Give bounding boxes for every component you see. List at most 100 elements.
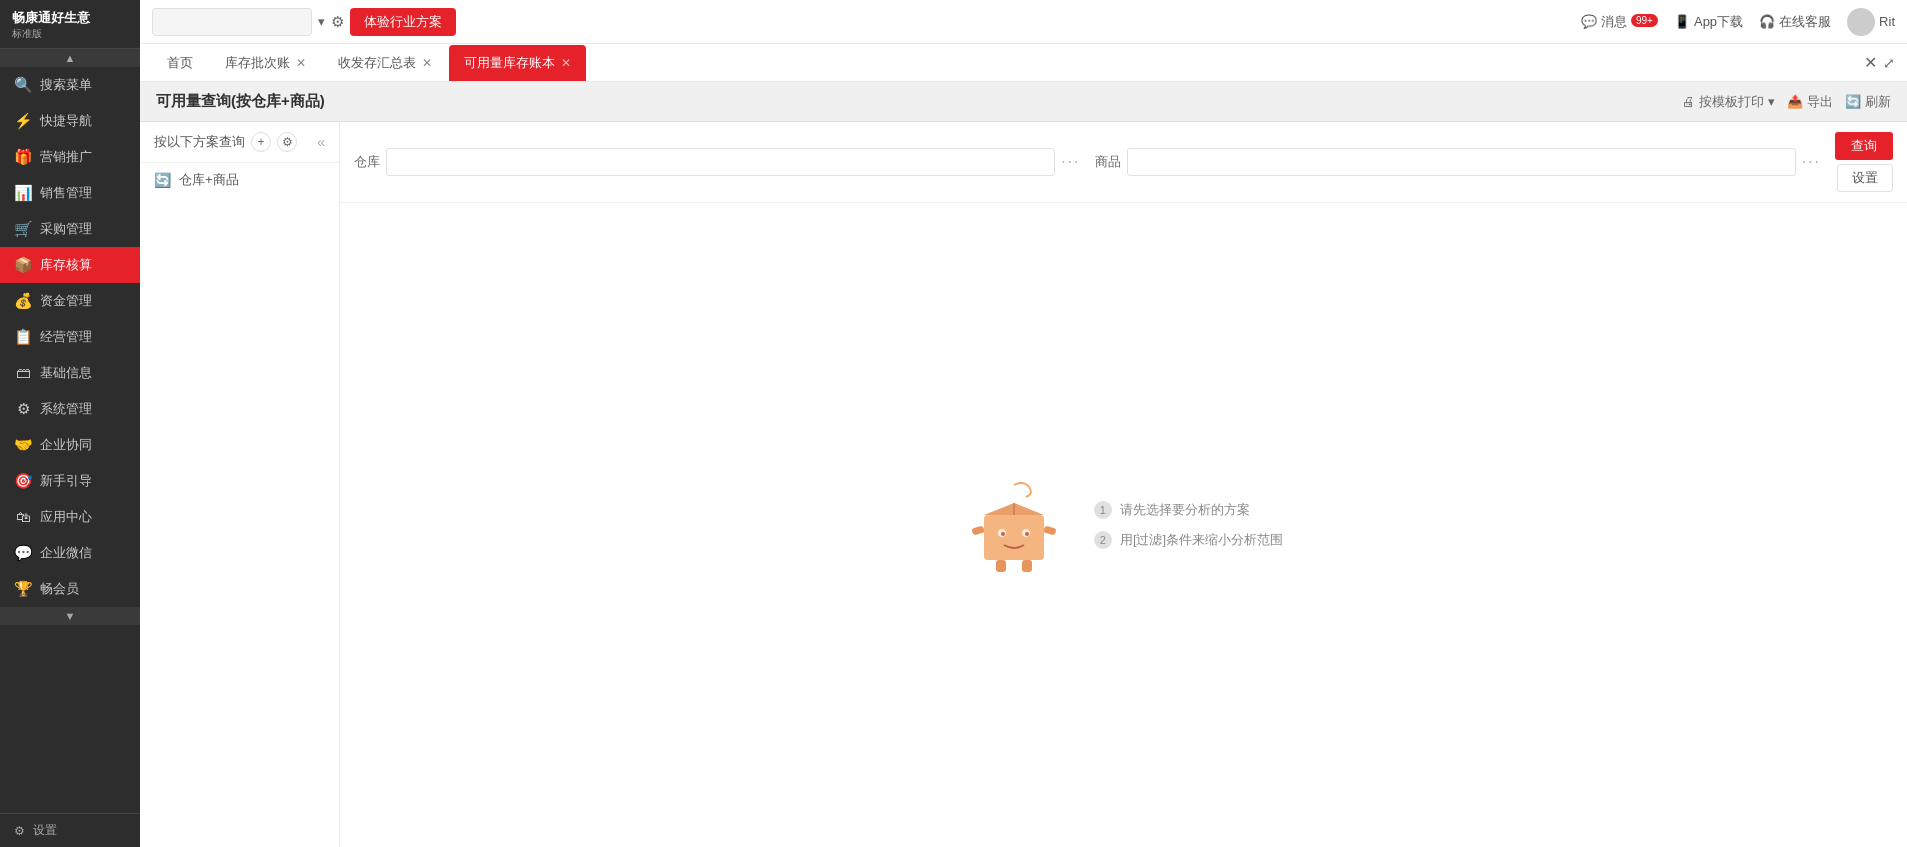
message-label: 消息 — [1601, 13, 1627, 31]
sidebar-bottom-label: 设置 — [33, 822, 57, 839]
sidebar-item-label: 销售管理 — [40, 184, 92, 202]
warehouse-label: 仓库 — [354, 153, 380, 171]
sidebar-item-label: 营销推广 — [40, 148, 92, 166]
sidebar-scroll-up[interactable]: ▲ — [0, 49, 140, 67]
topbar: ▾ ⚙ 体验行业方案 💬 消息 99+ 📱 App下载 🎧 在线客服 Rit — [140, 0, 1907, 44]
tabbar-close-all-btn[interactable]: ✕ — [1864, 53, 1877, 72]
hint-text-1: 请先选择要分析的方案 — [1120, 501, 1250, 519]
sidebar-item-system[interactable]: ⚙ 系统管理 — [0, 391, 140, 427]
sidebar-item-finance[interactable]: 💰 资金管理 — [0, 283, 140, 319]
sidebar-item-member[interactable]: 🏆 畅会员 — [0, 571, 140, 607]
brand-name: 畅康通好生意 — [12, 10, 128, 27]
purchase-icon: 🛒 — [14, 220, 32, 238]
tab-deposit-summary[interactable]: 收发存汇总表 ✕ — [323, 45, 447, 81]
filter-header: 按以下方案查询 + ⚙ « — [140, 122, 339, 163]
sidebar-item-inventory[interactable]: 📦 库存核算 — [0, 247, 140, 283]
sidebar-scroll-down[interactable]: ▼ — [0, 607, 140, 625]
tab-home[interactable]: 首页 — [152, 45, 208, 81]
topbar-app-download[interactable]: 📱 App下载 — [1674, 13, 1743, 31]
member-icon: 🏆 — [14, 580, 32, 598]
main-area: ▾ ⚙ 体验行业方案 💬 消息 99+ 📱 App下载 🎧 在线客服 Rit — [140, 0, 1907, 847]
query-bar: 仓库 ··· 商品 ··· 查询 设置 — [340, 122, 1907, 203]
sidebar-item-newbie[interactable]: 🎯 新手引导 — [0, 463, 140, 499]
filter-item-icon: 🔄 — [154, 172, 171, 188]
export-icon: 📤 — [1787, 94, 1803, 109]
product-dots-btn[interactable]: ··· — [1802, 153, 1821, 171]
sidebar-item-label: 快捷导航 — [40, 112, 92, 130]
tabbar-expand-btn[interactable]: ⤢ — [1883, 55, 1895, 71]
page-header: 可用量查询(按仓库+商品) 🖨 按模板打印 ▾ 📤 导出 🔄 刷新 — [140, 82, 1907, 122]
svg-rect-10 — [1043, 526, 1056, 536]
sidebar-item-shortcut[interactable]: ⚡ 快捷导航 — [0, 103, 140, 139]
search-icon: 🔍 — [14, 76, 32, 94]
filter-item-warehouse-product[interactable]: 🔄 仓库+商品 — [140, 163, 339, 197]
sidebar-bottom-settings[interactable]: ⚙ 设置 — [0, 813, 140, 847]
sidebar-item-search[interactable]: 🔍 搜索菜单 — [0, 67, 140, 103]
export-btn[interactable]: 📤 导出 — [1787, 93, 1833, 111]
filter-header-label: 按以下方案查询 — [154, 133, 245, 151]
filter-item-label: 仓库+商品 — [179, 171, 239, 189]
refresh-btn[interactable]: 🔄 刷新 — [1845, 93, 1891, 111]
tab-deposit-summary-close[interactable]: ✕ — [422, 56, 432, 70]
topbar-dropdown-btn[interactable]: ▾ — [318, 14, 325, 29]
sidebar-item-purchase[interactable]: 🛒 采购管理 — [0, 211, 140, 247]
page-header-actions: 🖨 按模板打印 ▾ 📤 导出 🔄 刷新 — [1682, 93, 1891, 111]
brand-area: 畅康通好生意 标准版 — [0, 0, 140, 49]
sidebar-item-basic[interactable]: 🗃 基础信息 — [0, 355, 140, 391]
finance-icon: 💰 — [14, 292, 32, 310]
username-label: Rit — [1879, 14, 1895, 29]
empty-illustration — [964, 475, 1064, 575]
operations-icon: 📋 — [14, 328, 32, 346]
filter-settings-btn[interactable]: ⚙ — [277, 132, 297, 152]
tab-batch-account[interactable]: 库存批次账 ✕ — [210, 45, 321, 81]
svg-point-5 — [1001, 532, 1005, 536]
tab-available-ledger-close[interactable]: ✕ — [561, 56, 571, 70]
tabbar-right: ✕ ⤢ — [1864, 53, 1895, 72]
topbar-gear-btn[interactable]: ⚙ — [331, 13, 344, 31]
tab-available-ledger[interactable]: 可用量库存账本 ✕ — [449, 45, 586, 81]
sidebar-item-wechat[interactable]: 💬 企业微信 — [0, 535, 140, 571]
hint-num-2: 2 — [1094, 531, 1112, 549]
sidebar-item-sales[interactable]: 📊 销售管理 — [0, 175, 140, 211]
empty-hints: 1 请先选择要分析的方案 2 用[过滤]条件来缩小分析范围 — [1094, 501, 1283, 549]
inventory-icon: 📦 — [14, 256, 32, 274]
topbar-search-input[interactable] — [152, 8, 312, 36]
product-input[interactable] — [1127, 148, 1796, 176]
hint-num-1: 1 — [1094, 501, 1112, 519]
topbar-user-area[interactable]: Rit — [1847, 8, 1895, 36]
product-label: 商品 — [1095, 153, 1121, 171]
sidebar-item-marketing[interactable]: 🎁 营销推广 — [0, 139, 140, 175]
print-btn[interactable]: 🖨 按模板打印 ▾ — [1682, 93, 1775, 111]
sidebar-item-enterprise[interactable]: 🤝 企业协同 — [0, 427, 140, 463]
tab-batch-account-close[interactable]: ✕ — [296, 56, 306, 70]
sidebar-item-label: 基础信息 — [40, 364, 92, 382]
topbar-online-service[interactable]: 🎧 在线客服 — [1759, 13, 1831, 31]
brand-sub: 标准版 — [12, 27, 128, 40]
print-icon: 🖨 — [1682, 94, 1695, 109]
filter-collapse-btn[interactable]: « — [317, 134, 325, 150]
topbar-right: 💬 消息 99+ 📱 App下载 🎧 在线客服 Rit — [1581, 8, 1895, 36]
warehouse-dots-btn[interactable]: ··· — [1061, 153, 1080, 171]
page-title: 可用量查询(按仓库+商品) — [156, 92, 325, 111]
filter-add-btn[interactable]: + — [251, 132, 271, 152]
product-field: 商品 ··· — [1095, 148, 1822, 176]
query-actions: 查询 设置 — [1835, 132, 1893, 192]
warehouse-input[interactable] — [386, 148, 1055, 176]
shortcut-icon: ⚡ — [14, 112, 32, 130]
sidebar-item-operations[interactable]: 📋 经营管理 — [0, 319, 140, 355]
online-service-label: 在线客服 — [1779, 13, 1831, 31]
industry-btn[interactable]: 体验行业方案 — [350, 8, 456, 36]
sidebar-item-appstore[interactable]: 🛍 应用中心 — [0, 499, 140, 535]
sidebar: 畅康通好生意 标准版 ▲ 🔍 搜索菜单 ⚡ 快捷导航 🎁 营销推广 📊 销售管理… — [0, 0, 140, 847]
print-label: 按模板打印 — [1699, 93, 1764, 111]
marketing-icon: 🎁 — [14, 148, 32, 166]
svg-rect-7 — [996, 560, 1006, 572]
empty-hint-2: 2 用[过滤]条件来缩小分析范围 — [1094, 531, 1283, 549]
svg-rect-0 — [984, 515, 1044, 560]
topbar-message-item[interactable]: 💬 消息 99+ — [1581, 13, 1658, 31]
query-settings-btn[interactable]: 设置 — [1837, 164, 1893, 192]
query-btn[interactable]: 查询 — [1835, 132, 1893, 160]
sidebar-item-label: 企业微信 — [40, 544, 92, 562]
gear-icon: ⚙ — [282, 135, 293, 149]
sidebar-item-label: 系统管理 — [40, 400, 92, 418]
